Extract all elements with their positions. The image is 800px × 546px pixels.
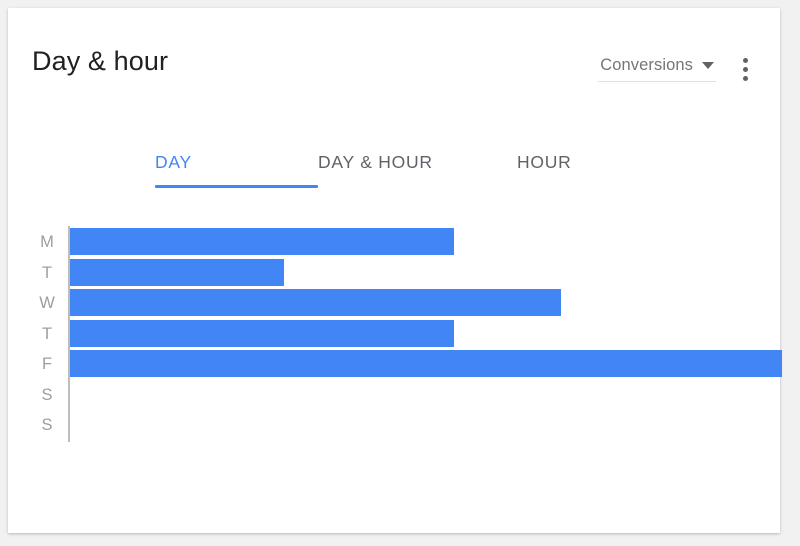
bar[interactable] [70,350,782,377]
metric-select-label: Conversions [600,56,693,74]
bar[interactable] [70,258,284,286]
day-bar-chart: MTWTFSS [32,224,782,444]
tab-day-and-hour-label: DAY & HOUR [318,152,433,172]
dashboard-card: Day & hour Conversions DAY DAY & HOUR HO… [8,8,782,533]
bar[interactable] [70,289,562,316]
more-vert-dot-3 [742,75,748,81]
y-axis-tick-label: S [41,416,53,434]
metric-select[interactable]: Conversions [598,56,716,82]
chart-row: M [40,227,772,258]
more-vert-icon[interactable] [732,52,758,86]
chart-row: T [42,258,772,289]
tab-active-indicator [155,185,318,188]
tab-day-and-hour[interactable]: DAY & HOUR [318,152,517,201]
tab-hour[interactable]: HOUR [517,152,637,201]
more-vert-dot-1 [742,57,748,63]
chart-plot-area: MTWTFSS [39,227,782,444]
bar[interactable] [70,228,455,255]
chart-row: W [39,288,772,319]
page-title: Day & hour [32,46,169,76]
tab-day[interactable]: DAY [155,152,318,201]
card-header: Day & hour Conversions [8,8,780,104]
tab-day-label: DAY [155,152,192,172]
more-vert-dot-2 [742,66,748,72]
chart-row: T [42,319,772,350]
bar[interactable] [70,319,455,347]
y-axis-tick-label: W [39,294,55,312]
chevron-down-icon [702,61,714,69]
tab-bar: DAY DAY & HOUR HOUR [155,152,637,201]
tab-hour-label: HOUR [517,152,572,172]
y-axis-tick-label: T [41,324,53,343]
chart-row: S [41,410,772,441]
chart-row: F [42,349,782,380]
chart-row: S [41,380,772,411]
y-axis-tick-label: T [41,263,53,282]
y-axis-tick-label: F [41,355,53,373]
y-axis-tick-label: S [41,385,53,404]
y-axis-tick-label: M [40,233,54,251]
